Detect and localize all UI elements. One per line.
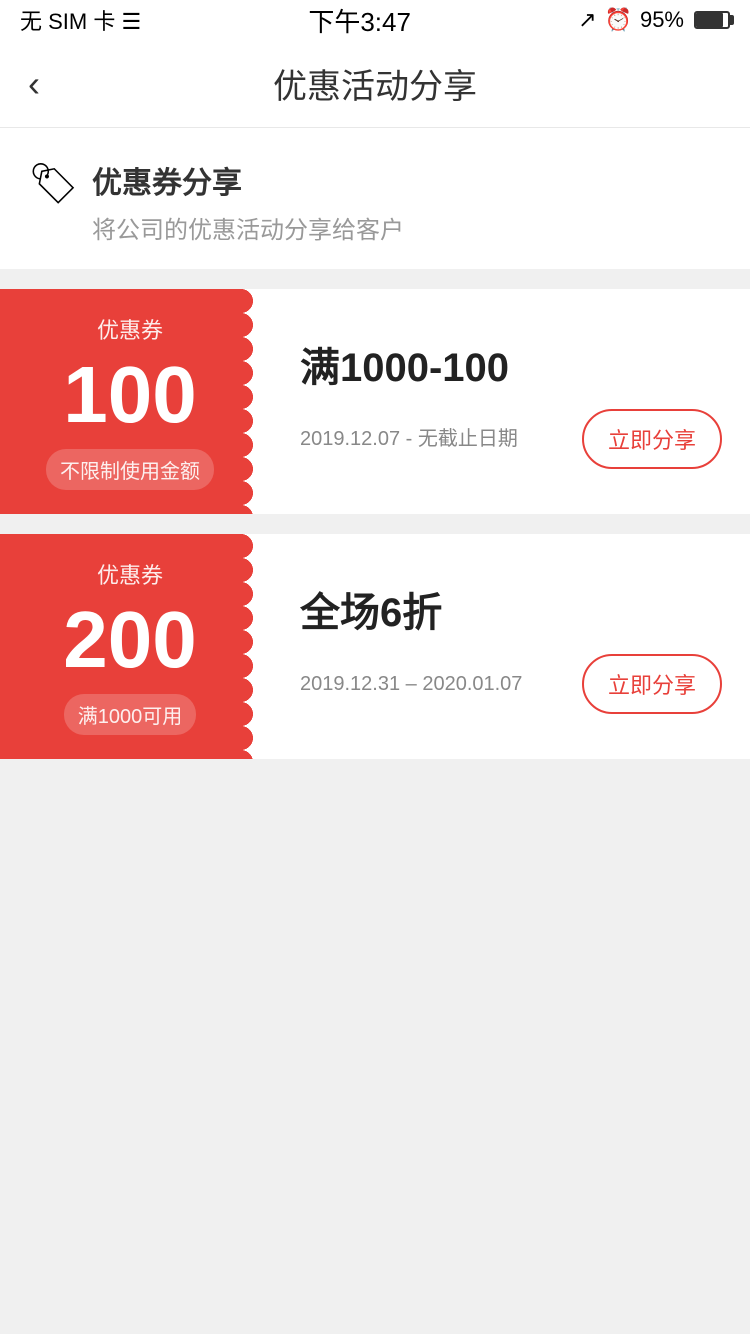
status-time: 下午3:47 — [308, 2, 411, 39]
coupon-amount-0: 100 — [63, 355, 196, 435]
battery-icon — [694, 11, 730, 29]
coupon-label-0: 优惠券 — [97, 313, 163, 345]
coupon-condition-0: 不限制使用金额 — [46, 449, 214, 490]
section-text-group: 优惠券分享 将公司的优惠活动分享给客户 — [92, 158, 404, 245]
coupon-right-1: 全场6折 2019.12.31 – 2020.01.07 立即分享 — [260, 534, 750, 759]
coupon-footer-1: 2019.12.31 – 2020.01.07 立即分享 — [300, 654, 722, 714]
back-button[interactable]: ‹ — [28, 63, 40, 105]
status-bar: 无 SIM 卡 ☰ 下午3:47 ↗ ⏰ 95% — [0, 0, 750, 40]
coupon-list: 优惠券 100 不限制使用金额 满1000-100 2019.12.07 - 无… — [0, 289, 750, 779]
status-left: 无 SIM 卡 ☰ — [20, 4, 141, 36]
nav-bar: ‹ 优惠活动分享 — [0, 40, 750, 128]
share-button-0[interactable]: 立即分享 — [582, 409, 722, 469]
section-title: 优惠券分享 — [92, 158, 404, 202]
coupon-label-1: 优惠券 — [97, 558, 163, 590]
sim-label: 无 SIM 卡 ☰ — [20, 4, 141, 36]
section-icon: 🏷 — [28, 160, 76, 208]
coupon-left-0: 优惠券 100 不限制使用金额 — [0, 289, 260, 514]
coupon-card-0: 优惠券 100 不限制使用金额 满1000-100 2019.12.07 - 无… — [0, 289, 750, 514]
coupon-title-0: 满1000-100 — [300, 335, 722, 393]
coupon-right-0: 满1000-100 2019.12.07 - 无截止日期 立即分享 — [260, 289, 750, 514]
alarm-icon: ⏰ — [605, 7, 632, 33]
coupon-title-1: 全场6折 — [300, 580, 722, 638]
coupon-left-1: 优惠券 200 满1000可用 — [0, 534, 260, 759]
coupon-date-1: 2019.12.31 – 2020.01.07 — [300, 670, 570, 698]
coupon-footer-0: 2019.12.07 - 无截止日期 立即分享 — [300, 409, 722, 469]
signal-icon: ↗ — [578, 7, 596, 33]
coupon-condition-1: 满1000可用 — [64, 694, 197, 735]
coupon-card-1: 优惠券 200 满1000可用 全场6折 2019.12.31 – 2020.0… — [0, 534, 750, 759]
empty-area — [0, 779, 750, 1279]
section-subtitle: 将公司的优惠活动分享给客户 — [92, 210, 404, 245]
share-button-1[interactable]: 立即分享 — [582, 654, 722, 714]
section-header: 🏷 优惠券分享 将公司的优惠活动分享给客户 — [0, 128, 750, 269]
page-title: 优惠活动分享 — [273, 59, 477, 108]
battery-label: 95% — [640, 7, 684, 33]
coupon-date-0: 2019.12.07 - 无截止日期 — [300, 425, 570, 453]
coupon-amount-1: 200 — [63, 600, 196, 680]
status-right: ↗ ⏰ 95% — [578, 7, 730, 33]
